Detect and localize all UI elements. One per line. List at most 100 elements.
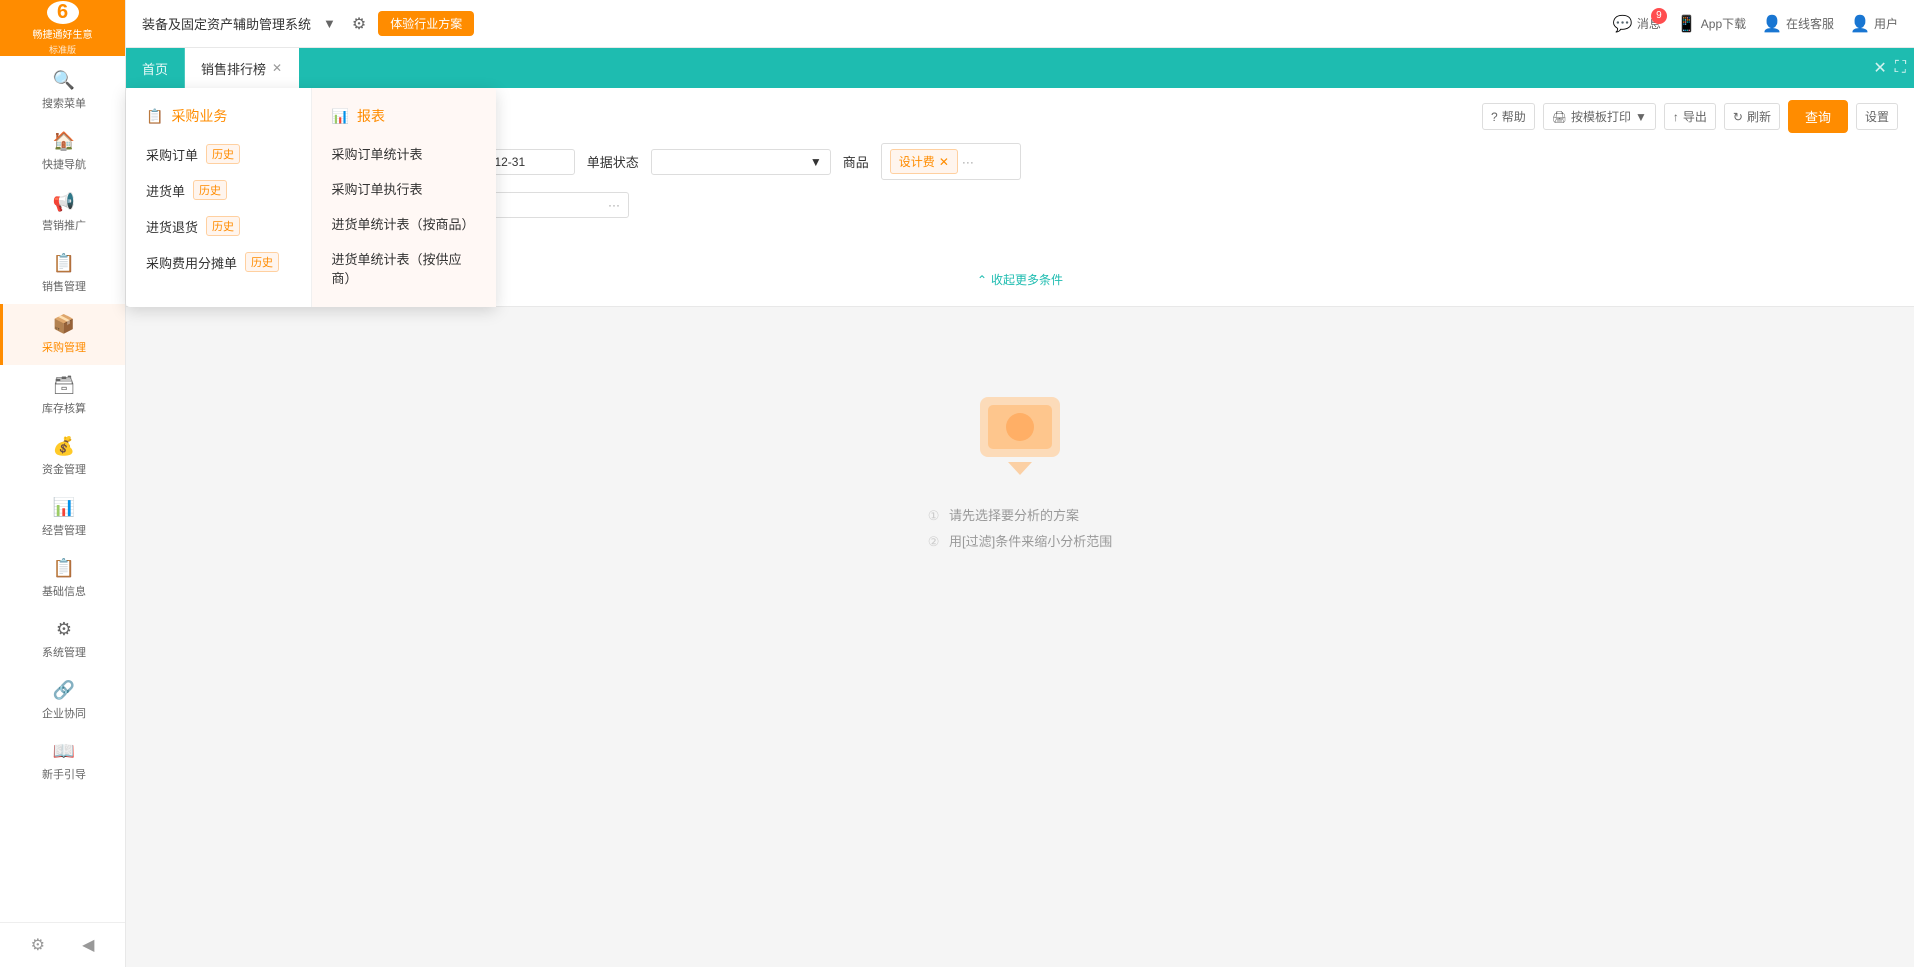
report-receipt-supplier-item[interactable]: 进货单统计表（按供应商） (312, 241, 497, 295)
app-download-btn[interactable]: 📱 App下载 (1677, 14, 1746, 34)
report-col: 📊 报表 采购订单统计表 采购订单执行表 进货单统计表（按商品） 进货单统计表（… (311, 88, 497, 307)
print-dropdown-icon: ▼ (1635, 110, 1647, 124)
report-order-stat-item[interactable]: 采购订单统计表 (312, 136, 497, 171)
goods-tag-remove[interactable]: ✕ (939, 155, 949, 169)
print-icon: 🖨 (1552, 110, 1567, 124)
purchase-col: 📋 采购业务 采购订单 历史 进货单 历史 进货退货 历史 采购费用分摊单 历史 (126, 88, 311, 307)
sidebar-item-enterprise[interactable]: 🔗 企业协同 (0, 670, 125, 731)
settings-btn[interactable]: 设置 (1856, 103, 1898, 130)
print-btn[interactable]: 🖨 按模板打印 ▼ (1543, 103, 1656, 130)
report-order-stat-label: 采购订单统计表 (332, 144, 423, 163)
report-receipt-goods-label: 进货单统计表（按商品） (332, 214, 475, 233)
tabbar: 首页 销售排行榜 ✕ ✕ ⛶ (126, 48, 1914, 88)
logo-icon: 6 (47, 1, 79, 24)
tab-close-icon[interactable]: ✕ (272, 61, 282, 75)
help-btn[interactable]: ? 帮助 (1482, 103, 1535, 130)
purchase-expense-item[interactable]: 采购费用分摊单 历史 (126, 244, 311, 280)
topbar-gear-icon[interactable]: ⚙ (352, 14, 366, 34)
purchase-return-label: 进货退货 (146, 217, 198, 236)
sidebar-item-guide[interactable]: 📖 新手引导 (0, 731, 125, 792)
purchase-order-badge: 历史 (206, 144, 240, 164)
purchase-receipt-item[interactable]: 进货单 历史 (126, 172, 311, 208)
tab-maximize-icon[interactable]: ⛶ (1895, 59, 1906, 77)
search-icon: 🔍 (53, 70, 75, 91)
purchase-header-label: 采购业务 (171, 106, 227, 126)
refresh-btn[interactable]: ↻ 刷新 (1724, 103, 1780, 130)
message-badge: 9 (1651, 8, 1667, 24)
tab-close-all-icon[interactable]: ✕ (1873, 58, 1886, 78)
sidebar-bottom: ⚙ ◀ (0, 922, 125, 967)
logo-sub: 标准版 (49, 43, 76, 56)
app-logo: 6 畅捷通好生意 标准版 (0, 0, 125, 56)
help-icon: ? (1491, 110, 1498, 124)
topbar-dropdown-btn[interactable]: ▼ (323, 16, 336, 31)
sidebar-label-basic-info: 基础信息 (42, 583, 86, 599)
solution-btn[interactable]: 体验行业方案 (378, 11, 474, 36)
app-download-label: App下载 (1701, 15, 1746, 32)
sidebar-collapse-btn[interactable]: ◀ (82, 935, 94, 955)
goods-label: 商品 (843, 152, 869, 171)
report-receipt-goods-item[interactable]: 进货单统计表（按商品） (312, 206, 497, 241)
user-btn[interactable]: 👤 用户 (1850, 14, 1898, 34)
sidebar-item-inventory[interactable]: 🗃 库存核算 (0, 365, 125, 426)
goods-dots[interactable]: ··· (962, 155, 974, 169)
sidebar-label-sales: 销售管理 (42, 278, 86, 294)
export-btn[interactable]: ↑ 导出 (1664, 103, 1716, 130)
purchase-receipt-label: 进货单 (146, 181, 185, 200)
sidebar-item-system[interactable]: ⚙ 系统管理 (0, 609, 125, 670)
empty-hint-1: 请先选择要分析的方案 (949, 508, 1079, 523)
online-service-label: 在线客服 (1786, 15, 1834, 32)
guide-icon: 📖 (53, 741, 75, 762)
sidebar-label-system: 系统管理 (42, 644, 86, 660)
user-label: 用户 (1874, 15, 1898, 32)
message-btn[interactable]: 💬 消息 9 (1613, 14, 1661, 34)
operations-icon: 📊 (53, 497, 75, 518)
purchase-expense-label: 采购费用分摊单 (146, 253, 237, 272)
collapse-arrow-icon: ⌃ (977, 273, 987, 287)
online-service-btn[interactable]: 👤 在线客服 (1762, 14, 1834, 34)
topbar-right: 💬 消息 9 📱 App下载 👤 在线客服 👤 用户 (1613, 14, 1898, 34)
sidebar-item-sales[interactable]: 📋 销售管理 (0, 243, 125, 304)
tab-sales-rank[interactable]: 销售排行榜 ✕ (185, 48, 299, 88)
service-icon: 👤 (1762, 14, 1782, 34)
phone-icon: 📱 (1677, 14, 1697, 34)
empty-hint: ① 请先选择要分析的方案 ② 用[过滤]条件来缩小分析范围 (928, 503, 1113, 555)
report-order-exec-label: 采购订单执行表 (332, 179, 423, 198)
purchase-order-item[interactable]: 采购订单 历史 (126, 136, 311, 172)
quick-nav-icon: 🏠 (53, 131, 75, 152)
sidebar-item-quick-nav[interactable]: 🏠 快捷导航 (0, 121, 125, 182)
voucher-status-select[interactable]: ▼ (651, 149, 831, 175)
tab-home[interactable]: 首页 (126, 48, 185, 88)
logo-char: 6 (57, 1, 68, 24)
system-icon: ⚙ (56, 619, 72, 640)
voucher-status-chevron: ▼ (810, 155, 822, 169)
topbar: 装备及固定资产辅助管理系统 ▼ ⚙ 体验行业方案 💬 消息 9 📱 App下载 … (126, 0, 1914, 48)
sidebar-label-search: 搜索菜单 (42, 95, 86, 111)
purchase-order-label: 采购订单 (146, 145, 198, 164)
purchase-return-item[interactable]: 进货退货 历史 (126, 208, 311, 244)
message-icon: 💬 (1613, 14, 1633, 34)
report-col-header: 📊 报表 (312, 100, 497, 136)
sidebar-settings-btn[interactable]: ⚙ (31, 935, 45, 955)
goods-tag: 设计费 ✕ (890, 149, 958, 174)
sidebar-item-marketing[interactable]: 📢 营销推广 (0, 182, 125, 243)
sidebar-item-search[interactable]: 🔍 搜索菜单 (0, 60, 125, 121)
sidebar: 6 畅捷通好生意 标准版 🔍 搜索菜单 🏠 快捷导航 📢 营销推广 📋 销售管理… (0, 0, 126, 967)
goods-select[interactable]: 设计费 ✕ ··· (881, 143, 1021, 180)
purchase-return-badge: 历史 (206, 216, 240, 236)
empty-icon (970, 387, 1070, 487)
report-order-exec-item[interactable]: 采购订单执行表 (312, 171, 497, 206)
sidebar-item-operations[interactable]: 📊 经营管理 (0, 487, 125, 548)
query-btn[interactable]: 查询 (1788, 100, 1848, 133)
purchase-icon: 📦 (53, 314, 75, 335)
sales-icon: 📋 (53, 253, 75, 274)
sidebar-item-purchase[interactable]: 📦 采购管理 (0, 304, 125, 365)
salesperson-dots[interactable]: ··· (608, 198, 620, 212)
report-header-icon: 📊 (332, 108, 349, 125)
enterprise-icon: 🔗 (53, 680, 75, 701)
sidebar-label-inventory: 库存核算 (42, 400, 86, 416)
sidebar-item-finance[interactable]: 💰 资金管理 (0, 426, 125, 487)
purchase-receipt-badge: 历史 (193, 180, 227, 200)
refresh-icon: ↻ (1733, 110, 1743, 124)
sidebar-item-basic-info[interactable]: 📋 基础信息 (0, 548, 125, 609)
